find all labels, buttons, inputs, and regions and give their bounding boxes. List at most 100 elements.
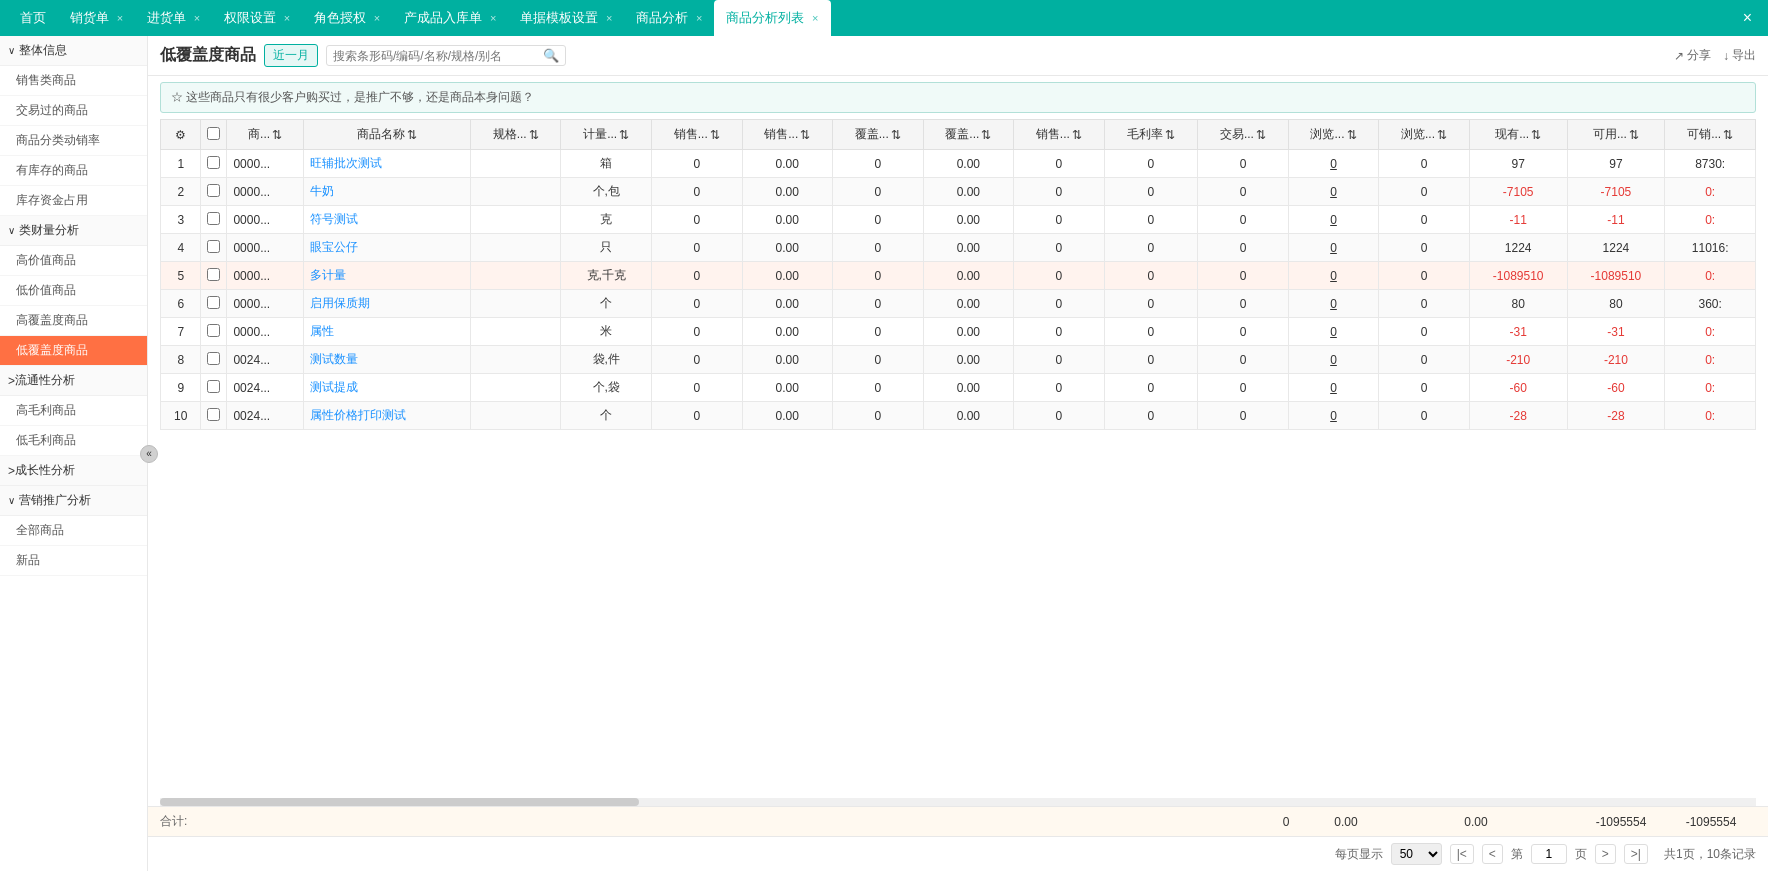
table-wrapper[interactable]: ⚙ 商...⇅ 商品名称⇅ 规格...⇅ 计量...⇅ 销售...⇅ 销售...… (148, 119, 1768, 798)
sidebar-item-has-inventory[interactable]: 有库存的商品 (0, 156, 147, 186)
row-checkbox-cell[interactable] (201, 234, 227, 262)
sidebar-item-low-coverage[interactable]: 低覆盖度商品 (0, 336, 147, 366)
row-checkbox-cell[interactable] (201, 318, 227, 346)
search-input[interactable] (333, 49, 543, 63)
row-name[interactable]: 符号测试 (303, 206, 470, 234)
page-size-select[interactable]: 50 100 200 (1391, 843, 1442, 865)
sidebar-item-traded[interactable]: 交易过的商品 (0, 96, 147, 126)
sidebar-group-marketing[interactable]: ∨ 营销推广分析 (0, 486, 147, 516)
close-analysis-list-tab[interactable]: × (812, 12, 818, 24)
nav-tab-permissions[interactable]: 权限设置 × (212, 0, 302, 36)
row-checkbox-cell[interactable] (201, 402, 227, 430)
row-checkbox[interactable] (207, 380, 220, 393)
nav-tab-template[interactable]: 单据模板设置 × (508, 0, 624, 36)
sidebar-group-growth[interactable]: > 成长性分析 (0, 456, 147, 486)
nav-tab-purchase[interactable]: 进货单 × (135, 0, 212, 36)
page-number-input[interactable] (1531, 844, 1567, 864)
sidebar-item-high-profit[interactable]: 高毛利商品 (0, 396, 147, 426)
close-permissions-tab[interactable]: × (284, 12, 290, 24)
col-gross-rate-header[interactable]: 毛利率⇅ (1104, 120, 1198, 150)
close-analysis-tab[interactable]: × (696, 12, 702, 24)
row-checkbox-cell[interactable] (201, 374, 227, 402)
col-unit-header[interactable]: 计量...⇅ (561, 120, 652, 150)
col-browse1-header[interactable]: 浏览...⇅ (1288, 120, 1379, 150)
row-checkbox[interactable] (207, 156, 220, 169)
sidebar-item-sales-ranking[interactable]: 销售类商品 (0, 66, 147, 96)
row-browse1[interactable]: 0 (1288, 346, 1379, 374)
close-product-import-tab[interactable]: × (490, 12, 496, 24)
nav-tab-analysis[interactable]: 商品分析 × (624, 0, 714, 36)
col-settings[interactable]: ⚙ (161, 120, 201, 150)
col-browse2-header[interactable]: 浏览...⇅ (1379, 120, 1470, 150)
settings-icon[interactable]: ⚙ (175, 128, 186, 142)
export-button[interactable]: ↓ 导出 (1723, 47, 1756, 64)
row-name[interactable]: 属性 (303, 318, 470, 346)
select-all-checkbox[interactable] (207, 127, 220, 140)
row-browse1[interactable]: 0 (1288, 178, 1379, 206)
last-page-button[interactable]: >| (1624, 844, 1648, 864)
horizontal-scrollbar[interactable] (160, 798, 1756, 806)
sidebar-item-inventory-occupy[interactable]: 库存资金占用 (0, 186, 147, 216)
sidebar-item-low-profit[interactable]: 低毛利商品 (0, 426, 147, 456)
close-template-tab[interactable]: × (606, 12, 612, 24)
col-name-header[interactable]: 商品名称⇅ (303, 120, 470, 150)
sidebar-item-high-value[interactable]: 高价值商品 (0, 246, 147, 276)
close-all-tabs-button[interactable]: × (1735, 9, 1760, 27)
sidebar-group-overall[interactable]: ∨ 整体信息 (0, 36, 147, 66)
close-sales-tab[interactable]: × (117, 12, 123, 24)
nav-tab-sales[interactable]: 销货单 × (58, 0, 135, 36)
search-box[interactable]: 🔍 (326, 45, 566, 66)
col-sales-count-header[interactable]: 销售...⇅ (1014, 120, 1105, 150)
row-checkbox[interactable] (207, 296, 220, 309)
col-sales-qty-header[interactable]: 销售...⇅ (651, 120, 742, 150)
row-browse1[interactable]: 0 (1288, 150, 1379, 178)
row-browse1[interactable]: 0 (1288, 262, 1379, 290)
row-checkbox[interactable] (207, 352, 220, 365)
row-checkbox-cell[interactable] (201, 206, 227, 234)
sidebar-toggle-button[interactable]: « (140, 445, 158, 463)
row-name[interactable]: 测试提成 (303, 374, 470, 402)
next-page-button[interactable]: > (1595, 844, 1616, 864)
row-checkbox-cell[interactable] (201, 290, 227, 318)
row-browse1[interactable]: 0 (1288, 206, 1379, 234)
col-sales-amt-header[interactable]: 销售...⇅ (742, 120, 833, 150)
col-checkbox-all[interactable] (201, 120, 227, 150)
row-name[interactable]: 测试数量 (303, 346, 470, 374)
col-saleable-header[interactable]: 可销...⇅ (1665, 120, 1756, 150)
row-name[interactable]: 多计量 (303, 262, 470, 290)
row-checkbox[interactable] (207, 268, 220, 281)
row-name[interactable]: 眼宝公仔 (303, 234, 470, 262)
close-purchase-tab[interactable]: × (194, 12, 200, 24)
row-checkbox-cell[interactable] (201, 262, 227, 290)
row-name[interactable]: 启用保质期 (303, 290, 470, 318)
sidebar-item-low-value[interactable]: 低价值商品 (0, 276, 147, 306)
row-checkbox-cell[interactable] (201, 346, 227, 374)
sidebar-item-sales-dynamic[interactable]: 商品分类动销率 (0, 126, 147, 156)
row-checkbox[interactable] (207, 184, 220, 197)
row-browse1[interactable]: 0 (1288, 374, 1379, 402)
nav-tab-home[interactable]: 首页 (8, 0, 58, 36)
prev-page-button[interactable]: < (1482, 844, 1503, 864)
col-trade-header[interactable]: 交易...⇅ (1198, 120, 1289, 150)
col-current-stock-header[interactable]: 现有...⇅ (1469, 120, 1567, 150)
close-role-tab[interactable]: × (374, 12, 380, 24)
col-spec-header[interactable]: 规格...⇅ (470, 120, 561, 150)
row-name[interactable]: 旺辅批次测试 (303, 150, 470, 178)
sidebar-item-all-goods[interactable]: 全部商品 (0, 516, 147, 546)
nav-tab-role[interactable]: 角色授权 × (302, 0, 392, 36)
col-coverage2-header[interactable]: 覆盖...⇅ (923, 120, 1014, 150)
row-name[interactable]: 属性价格打印测试 (303, 402, 470, 430)
share-button[interactable]: ↗ 分享 (1674, 47, 1711, 64)
first-page-button[interactable]: |< (1450, 844, 1474, 864)
col-available-stock-header[interactable]: 可用...⇅ (1567, 120, 1665, 150)
row-browse1[interactable]: 0 (1288, 402, 1379, 430)
row-checkbox[interactable] (207, 212, 220, 225)
row-checkbox[interactable] (207, 240, 220, 253)
row-browse1[interactable]: 0 (1288, 290, 1379, 318)
col-coverage1-header[interactable]: 覆盖...⇅ (833, 120, 924, 150)
sidebar-item-new-goods[interactable]: 新品 (0, 546, 147, 576)
filter-period-button[interactable]: 近一月 (264, 44, 318, 67)
sidebar-group-profit[interactable]: > 流通性分析 (0, 366, 147, 396)
row-checkbox-cell[interactable] (201, 150, 227, 178)
scroll-thumb[interactable] (160, 798, 639, 806)
